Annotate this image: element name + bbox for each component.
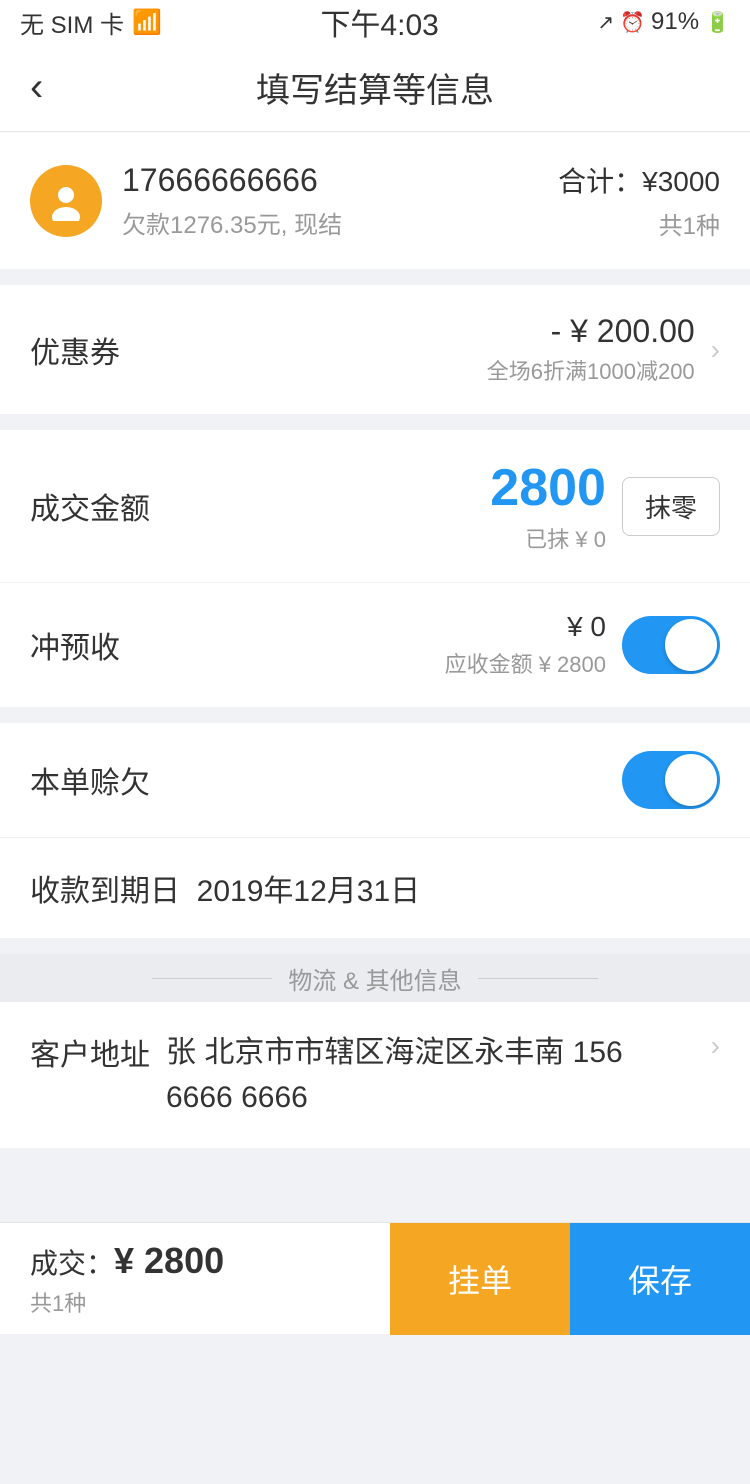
coupon-discount-detail: 全场6折满1000减200 <box>487 354 695 386</box>
back-button[interactable]: ‹ <box>30 65 43 110</box>
wifi-icon: 📶 <box>132 8 162 37</box>
customer-card: 17666666666 欠款1276.35元, 现结 合计：¥3000 共1种 <box>0 132 750 269</box>
prepayment-toggle-knob <box>665 619 717 671</box>
save-button[interactable]: 保存 <box>570 1223 750 1335</box>
location-icon: ↗ <box>597 10 614 35</box>
prepayment-toggle[interactable] <box>622 616 720 674</box>
battery-icon: 🔋 <box>705 10 730 35</box>
transaction-amount-value: 2800 <box>490 459 606 517</box>
address-value: 张 北京市市辖区海淀区永丰南 156 6666 6666 <box>166 1030 695 1120</box>
transaction-amount-right: 2800 已抹 ¥ 0 抹零 <box>490 458 720 554</box>
prepayment-sub: 应收金额 ¥ 2800 <box>445 647 606 679</box>
status-bar: 无 SIM 卡 📶 下午4:03 ↗ ⏰ 91% 🔋 <box>0 0 750 44</box>
address-label: 客户地址 <box>30 1030 150 1074</box>
battery-text: 91% <box>651 8 699 36</box>
customer-total: 合计：¥3000 <box>558 160 720 200</box>
coupon-row[interactable]: 优惠券 - ¥ 200.00 全场6折满1000减200 › <box>0 285 750 414</box>
bottom-deal: 成交：¥ 2800 <box>30 1240 360 1282</box>
transaction-amount-row: 成交金额 2800 已抹 ¥ 0 抹零 <box>0 430 750 583</box>
round-zero-button[interactable]: 抹零 <box>622 477 720 536</box>
coupon-discount-amount: - ¥ 200.00 <box>487 313 695 350</box>
payment-date-value: 2019年12月31日 <box>197 875 420 908</box>
debt-right <box>622 751 720 809</box>
address-section: 客户地址 张 北京市市辖区海淀区永丰南 156 6666 6666 › <box>0 1002 750 1148</box>
transaction-rounded: 已抹 ¥ 0 <box>490 522 606 554</box>
payment-date-row: 收款到期日 2019年12月31日 <box>0 838 750 938</box>
prepayment-row: 冲预收 ¥ 0 应收金额 ¥ 2800 <box>0 583 750 707</box>
nav-bar: ‹ 填写结算等信息 <box>0 44 750 132</box>
debt-row: 本单赊欠 <box>0 723 750 838</box>
bottom-bar: 成交：¥ 2800 共1种 挂单 保存 <box>0 1222 750 1334</box>
customer-phone: 17666666666 <box>122 162 342 199</box>
debt-section: 本单赊欠 收款到期日 2019年12月31日 <box>0 723 750 938</box>
hold-button[interactable]: 挂单 <box>390 1223 570 1335</box>
carrier-text: 无 SIM 卡 <box>20 5 124 40</box>
debt-toggle-knob <box>665 754 717 806</box>
customer-count: 共1种 <box>558 206 720 241</box>
prepayment-right: ¥ 0 应收金额 ¥ 2800 <box>445 611 720 679</box>
customer-left: 17666666666 欠款1276.35元, 现结 <box>30 162 342 240</box>
status-time: 下午4:03 <box>320 0 438 44</box>
bottom-deal-amount: ¥ 2800 <box>114 1240 224 1281</box>
alarm-icon: ⏰ <box>620 10 645 35</box>
bottom-summary: 成交：¥ 2800 共1种 <box>0 1240 390 1318</box>
status-right: ↗ ⏰ 91% 🔋 <box>597 8 730 36</box>
coupon-label: 优惠券 <box>30 328 120 372</box>
debt-toggle[interactable] <box>622 751 720 809</box>
customer-right: 合计：¥3000 共1种 <box>558 160 720 241</box>
page-title: 填写结算等信息 <box>256 63 494 112</box>
coupon-section: 优惠券 - ¥ 200.00 全场6折满1000减200 › <box>0 285 750 414</box>
payment-date-label: 收款到期日 2019年12月31日 <box>30 866 420 910</box>
address-chevron-icon: › <box>711 1030 720 1062</box>
address-row[interactable]: 客户地址 张 北京市市辖区海淀区永丰南 156 6666 6666 › <box>0 1002 750 1148</box>
separator-text: 物流 & 其他信息 <box>152 961 597 996</box>
section-separator: 物流 & 其他信息 <box>0 954 750 1002</box>
transaction-amount-label: 成交金额 <box>30 484 150 528</box>
customer-note: 欠款1276.35元, 现结 <box>122 205 342 240</box>
customer-info: 17666666666 欠款1276.35元, 现结 <box>122 162 342 240</box>
prepayment-amount: ¥ 0 <box>445 611 606 643</box>
prepayment-label: 冲预收 <box>30 623 120 667</box>
avatar <box>30 165 102 237</box>
status-left: 无 SIM 卡 📶 <box>20 5 162 40</box>
transaction-section: 成交金额 2800 已抹 ¥ 0 抹零 冲预收 ¥ 0 应收金额 ¥ 2800 <box>0 430 750 707</box>
debt-label: 本单赊欠 <box>30 758 150 802</box>
coupon-chevron-icon: › <box>711 334 720 366</box>
bottom-count: 共1种 <box>30 1286 360 1318</box>
coupon-right: - ¥ 200.00 全场6折满1000减200 › <box>487 313 720 386</box>
